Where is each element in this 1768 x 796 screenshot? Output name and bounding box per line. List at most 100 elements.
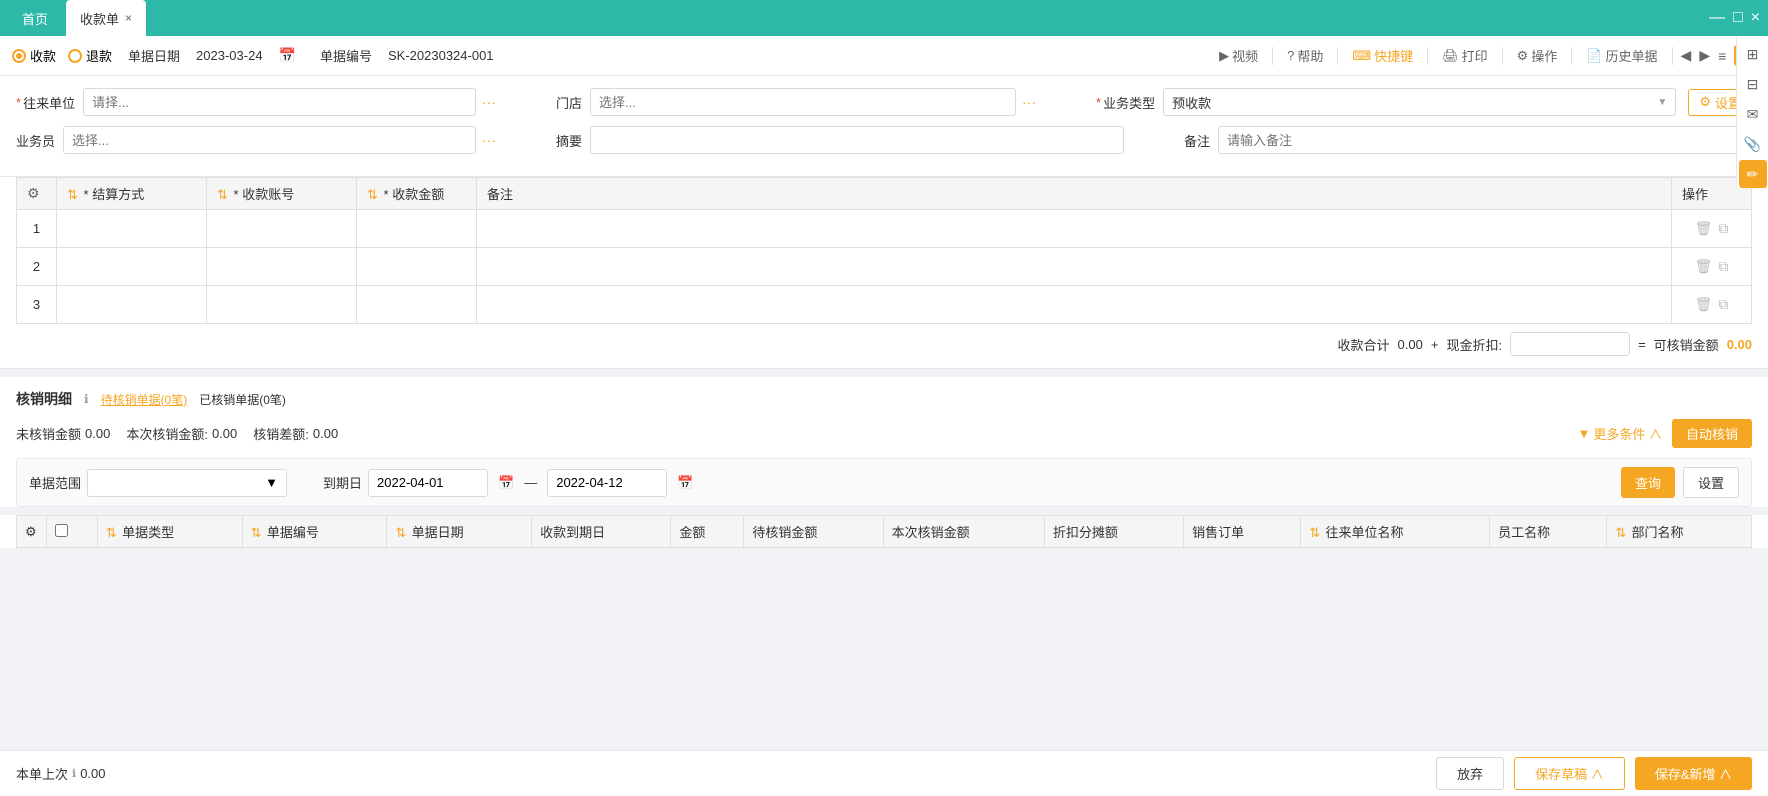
tab-close-icon[interactable]: ×	[125, 11, 132, 25]
query-btn[interactable]: 查询	[1621, 467, 1675, 498]
date-to-input[interactable]	[547, 469, 667, 497]
save-new-btn[interactable]: 保存&新增 ∧	[1635, 757, 1752, 790]
tab-done[interactable]: 已核销单据(0笔)	[199, 391, 286, 408]
row-1-settle[interactable]	[57, 210, 207, 248]
operation-btn[interactable]: ⚙ 操作	[1511, 44, 1564, 67]
col-amount-header: ⇅ * 收款金额	[357, 178, 477, 210]
row-3-copy-icon[interactable]: ⧉	[1718, 296, 1728, 313]
auto-writeoff-btn[interactable]: 自动核销	[1672, 419, 1752, 448]
next-icon[interactable]: ▶	[1699, 47, 1710, 64]
sidebar-icon-4[interactable]: 📎	[1739, 130, 1767, 158]
refund-radio[interactable]: 退款	[68, 46, 112, 65]
lower-table-section: ⚙ ⇅ 单据类型 ⇅ 单据编号 ⇅ 单据日期 收款到期日	[0, 515, 1768, 548]
sidebar-icon-1[interactable]: ⊞	[1739, 40, 1767, 68]
row-1-copy-icon[interactable]: ⧉	[1718, 220, 1728, 237]
date-value: 2023-03-24	[196, 48, 263, 63]
row-1-account[interactable]	[207, 210, 357, 248]
sidebar-icon-2[interactable]: ⊟	[1739, 70, 1767, 98]
row-1-note[interactable]	[477, 210, 1672, 248]
col-partner-name: ⇅ 往来单位名称	[1301, 516, 1490, 548]
receipt-table: ⚙ ⇅ * 结算方式 ⇅ * 收款账号 ⇅ * 收款金额 备注	[16, 177, 1752, 324]
row-2-delete-icon[interactable]: 🗑	[1695, 258, 1713, 275]
row-3-settle[interactable]	[57, 286, 207, 324]
row-3-account[interactable]	[207, 286, 357, 324]
minimize-icon[interactable]: —	[1709, 9, 1725, 27]
sidebar-icon-5[interactable]: ✏	[1739, 160, 1767, 188]
discard-btn[interactable]: 放弃	[1436, 757, 1504, 790]
remark-input[interactable]	[1218, 126, 1752, 154]
staff-more-btn[interactable]: ···	[482, 132, 496, 148]
row-2-account[interactable]	[207, 248, 357, 286]
remark-label: 备注	[1184, 131, 1210, 150]
save-draft-btn[interactable]: 保存草稿 ∧	[1514, 757, 1625, 790]
collect-radio-dot	[12, 49, 26, 63]
row-2-amount[interactable]	[357, 248, 477, 286]
window-close-icon[interactable]: ×	[1751, 9, 1760, 27]
biz-type-select[interactable]: 预收款 ▼	[1163, 88, 1676, 116]
row-3-amount[interactable]	[357, 286, 477, 324]
date-from-input[interactable]	[368, 469, 488, 497]
tab-home[interactable]: 首页	[8, 0, 62, 36]
date-to-icon[interactable]: 📅	[677, 475, 693, 491]
per-order-value: 0.00	[80, 766, 105, 781]
prev-icon[interactable]: ◀	[1681, 47, 1692, 64]
more-filter-btn[interactable]: ▼ 更多条件 ∧	[1577, 424, 1662, 443]
table-gear-icon[interactable]: ⚙	[27, 185, 40, 201]
table-gear-icon-2[interactable]: ⚙	[25, 524, 37, 539]
range-select-arrow: ▼	[265, 475, 278, 490]
date-from-icon[interactable]: 📅	[498, 475, 514, 491]
writeoff-section: 核销明细 ℹ 待核销单据(0笔) 已核销单据(0笔) 未核销金额 0.00 本次…	[0, 377, 1768, 507]
row-1-amount[interactable]	[357, 210, 477, 248]
tab-receipt[interactable]: 收款单 ×	[66, 0, 146, 36]
row-3-delete-icon[interactable]: 🗑	[1695, 296, 1713, 313]
help-icon: ?	[1287, 48, 1294, 63]
print-btn[interactable]: 🖨 打印	[1436, 44, 1494, 67]
filter-settings-btn[interactable]: 设置	[1683, 467, 1739, 498]
list-icon[interactable]: ≡	[1718, 48, 1726, 64]
shop-more-btn[interactable]: ···	[1022, 94, 1036, 110]
col-bill-type: ⇅ 单据类型	[97, 516, 242, 548]
row-3-note[interactable]	[477, 286, 1672, 324]
filter-icon: ▼	[1577, 426, 1590, 441]
shop-label: 门店	[556, 93, 582, 112]
collect-radio[interactable]: 收款	[12, 46, 56, 65]
shop-input[interactable]	[590, 88, 1016, 116]
account-sort-icon: ⇅	[217, 187, 228, 202]
date-label: 单据日期	[128, 46, 180, 65]
help-btn[interactable]: ? 帮助	[1281, 44, 1329, 67]
discount-label: 现金折扣:	[1446, 335, 1502, 354]
row-2-copy-icon[interactable]: ⧉	[1718, 258, 1728, 275]
writeoff-info-icon[interactable]: ℹ	[84, 392, 89, 406]
col-settings: ⚙	[17, 178, 57, 210]
row-1-delete-icon[interactable]: 🗑	[1695, 220, 1713, 237]
tab-pending[interactable]: 待核销单据(0笔)	[101, 391, 188, 408]
shortcut-btn[interactable]: ⌨ 快捷键	[1346, 44, 1419, 67]
row-2-settle[interactable]	[57, 248, 207, 286]
maximize-icon[interactable]: □	[1733, 9, 1743, 27]
row-3-idx: 3	[17, 286, 57, 324]
calendar-icon[interactable]: 📅	[279, 47, 296, 64]
net-label: 可核销金额	[1654, 335, 1719, 354]
row-2-action: 🗑 ⧉	[1672, 248, 1752, 286]
video-btn[interactable]: ▶ 视频	[1213, 44, 1264, 67]
date-separator: —	[524, 475, 537, 490]
window-controls: — □ ×	[1709, 9, 1760, 27]
summary-label: 摘要	[556, 131, 582, 150]
partner-more-btn[interactable]: ···	[482, 94, 496, 110]
history-btn[interactable]: 📄 历史单据	[1580, 44, 1663, 67]
table-row: 2 🗑 ⧉	[17, 248, 1752, 286]
range-select[interactable]: ▼	[87, 469, 287, 497]
number-value: SK-20230324-001	[388, 48, 494, 63]
discount-input[interactable]	[1510, 332, 1630, 356]
partner-input[interactable]	[83, 88, 476, 116]
summary-input[interactable]	[590, 126, 1124, 154]
select-all-checkbox[interactable]	[55, 524, 68, 537]
range-label: 单据范围	[29, 473, 81, 492]
row-2-note[interactable]	[477, 248, 1672, 286]
staff-input[interactable]	[63, 126, 476, 154]
col-dept-name: ⇅ 部门名称	[1607, 516, 1752, 548]
sidebar-icon-3[interactable]: ✉	[1739, 100, 1767, 128]
col-due-date: 收款到期日	[532, 516, 671, 548]
per-order-info-icon[interactable]: ℹ	[72, 767, 76, 780]
partner-field: * 往来单位 ···	[16, 88, 496, 116]
